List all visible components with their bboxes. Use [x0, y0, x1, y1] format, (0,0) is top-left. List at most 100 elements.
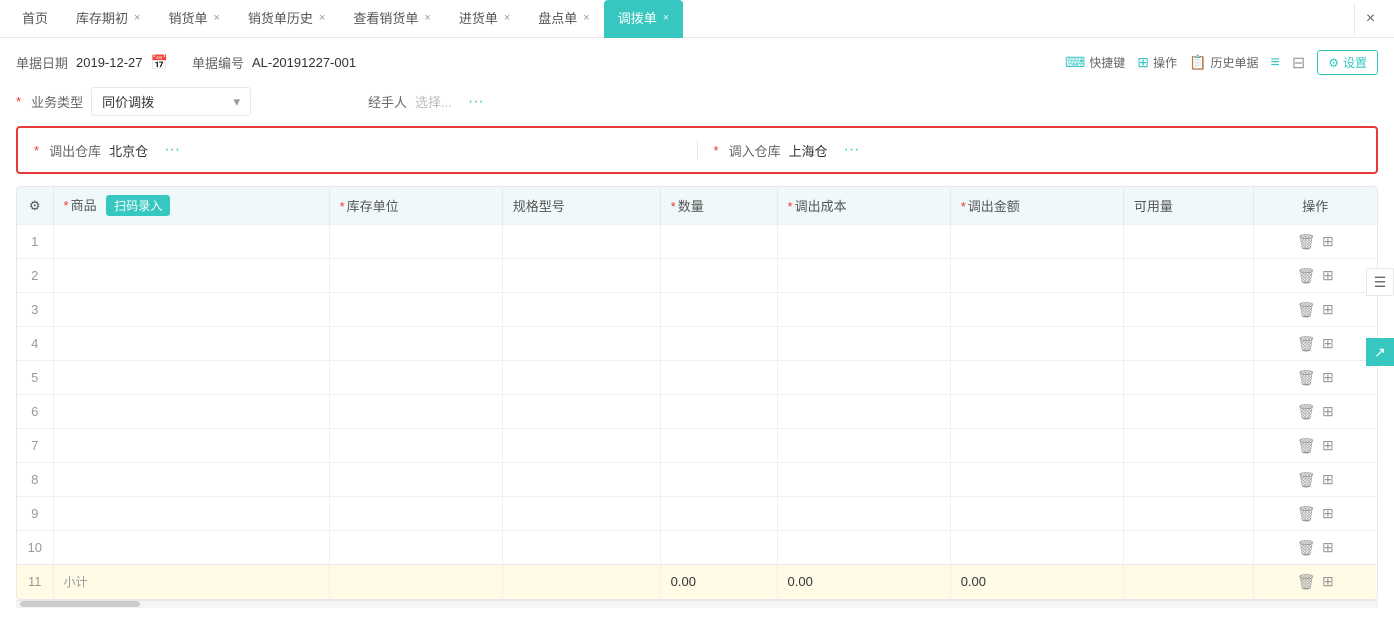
spec-cell-8[interactable]: [502, 463, 660, 497]
spec-cell-7[interactable]: [502, 429, 660, 463]
unit-cell-6[interactable]: [329, 395, 502, 429]
layout2-button[interactable]: ⊟: [1292, 53, 1305, 73]
window-close-button[interactable]: ×: [1354, 3, 1386, 35]
amount-cell-6[interactable]: [950, 395, 1123, 429]
qty-cell-10[interactable]: [660, 531, 777, 565]
product-cell-8[interactable]: [53, 463, 329, 497]
qty-cell-8[interactable]: [660, 463, 777, 497]
delete-icon-10[interactable]: 🗑: [1297, 539, 1316, 557]
spec-cell-4[interactable]: [502, 327, 660, 361]
unit-cell-5[interactable]: [329, 361, 502, 395]
spec-cell-3[interactable]: [502, 293, 660, 327]
in-warehouse-more-icon[interactable]: ···: [844, 141, 860, 159]
handler-more-icon[interactable]: ···: [468, 93, 484, 111]
qty-cell-4[interactable]: [660, 327, 777, 361]
amount-cell-7[interactable]: [950, 429, 1123, 463]
qty-cell-3[interactable]: [660, 293, 777, 327]
product-cell-2[interactable]: [53, 259, 329, 293]
available-cell-10[interactable]: [1123, 531, 1253, 565]
copy-icon-4[interactable]: ⊞: [1322, 335, 1334, 352]
copy-icon-9[interactable]: ⊞: [1322, 505, 1334, 522]
spec-cell-10[interactable]: [502, 531, 660, 565]
delete-icon-3[interactable]: 🗑: [1297, 301, 1316, 319]
available-cell-9[interactable]: [1123, 497, 1253, 531]
product-cell-9[interactable]: [53, 497, 329, 531]
delete-icon-8[interactable]: 🗑: [1297, 471, 1316, 489]
cost-cell-7[interactable]: [777, 429, 950, 463]
cost-cell-5[interactable]: [777, 361, 950, 395]
delete-icon-9[interactable]: 🗑: [1297, 505, 1316, 523]
tab-inventory-check[interactable]: 盘点单 ×: [524, 0, 603, 38]
spec-cell-6[interactable]: [502, 395, 660, 429]
unit-cell-4[interactable]: [329, 327, 502, 361]
cost-cell-2[interactable]: [777, 259, 950, 293]
unit-cell-2[interactable]: [329, 259, 502, 293]
handler-input[interactable]: 选择...: [415, 92, 452, 111]
tab-inventory-init[interactable]: 库存期初 ×: [62, 0, 154, 38]
qty-cell-5[interactable]: [660, 361, 777, 395]
amount-cell-9[interactable]: [950, 497, 1123, 531]
product-cell-10[interactable]: [53, 531, 329, 565]
unit-cell-9[interactable]: [329, 497, 502, 531]
cost-cell-10[interactable]: [777, 531, 950, 565]
copy-icon-5[interactable]: ⊞: [1322, 369, 1334, 386]
delete-icon-4[interactable]: 🗑: [1297, 335, 1316, 353]
amount-cell-1[interactable]: [950, 225, 1123, 259]
qty-cell-9[interactable]: [660, 497, 777, 531]
notes-button[interactable]: ☰: [1366, 268, 1394, 296]
unit-cell-8[interactable]: [329, 463, 502, 497]
spec-cell-9[interactable]: [502, 497, 660, 531]
tab-close-sales-history[interactable]: ×: [319, 12, 325, 24]
tab-close-inventory-check[interactable]: ×: [583, 12, 589, 24]
amount-cell-10[interactable]: [950, 531, 1123, 565]
qty-cell-6[interactable]: [660, 395, 777, 429]
settings-button[interactable]: ⚙ 设置: [1317, 50, 1378, 75]
amount-cell-5[interactable]: [950, 361, 1123, 395]
cost-cell-8[interactable]: [777, 463, 950, 497]
tab-sales-order[interactable]: 销货单 ×: [154, 0, 233, 38]
amount-cell-4[interactable]: [950, 327, 1123, 361]
copy-icon-10[interactable]: ⊞: [1322, 539, 1334, 556]
copy-icon-11[interactable]: ⊞: [1322, 573, 1334, 590]
tab-purchase[interactable]: 进货单 ×: [445, 0, 524, 38]
available-cell-4[interactable]: [1123, 327, 1253, 361]
copy-icon-7[interactable]: ⊞: [1322, 437, 1334, 454]
copy-icon-2[interactable]: ⊞: [1322, 267, 1334, 284]
copy-icon-8[interactable]: ⊞: [1322, 471, 1334, 488]
tab-transfer[interactable]: 调拨单 ×: [604, 0, 683, 38]
product-cell-3[interactable]: [53, 293, 329, 327]
copy-icon-6[interactable]: ⊞: [1322, 403, 1334, 420]
export-button[interactable]: ↗: [1366, 338, 1394, 366]
operations-button[interactable]: ⊞ 操作: [1137, 54, 1177, 71]
available-cell-8[interactable]: [1123, 463, 1253, 497]
available-cell-1[interactable]: [1123, 225, 1253, 259]
product-cell-7[interactable]: [53, 429, 329, 463]
calendar-icon[interactable]: 📅: [151, 54, 168, 71]
tab-view-sales[interactable]: 查看销货单 ×: [339, 0, 444, 38]
spec-cell-2[interactable]: [502, 259, 660, 293]
out-warehouse-more-icon[interactable]: ···: [164, 141, 180, 159]
product-cell-1[interactable]: [53, 225, 329, 259]
qty-cell-1[interactable]: [660, 225, 777, 259]
copy-icon-1[interactable]: ⊞: [1322, 233, 1334, 250]
tab-close-sales-order[interactable]: ×: [213, 12, 219, 24]
copy-icon-3[interactable]: ⊞: [1322, 301, 1334, 318]
cost-cell-9[interactable]: [777, 497, 950, 531]
unit-cell-10[interactable]: [329, 531, 502, 565]
spec-cell-5[interactable]: [502, 361, 660, 395]
product-cell-5[interactable]: [53, 361, 329, 395]
available-cell-2[interactable]: [1123, 259, 1253, 293]
available-cell-5[interactable]: [1123, 361, 1253, 395]
available-cell-7[interactable]: [1123, 429, 1253, 463]
qty-cell-7[interactable]: [660, 429, 777, 463]
col-gear[interactable]: ⚙: [17, 187, 53, 225]
amount-cell-3[interactable]: [950, 293, 1123, 327]
spec-cell-1[interactable]: [502, 225, 660, 259]
delete-icon-11[interactable]: 🗑: [1297, 573, 1316, 591]
tab-close-view-sales[interactable]: ×: [424, 12, 430, 24]
available-cell-6[interactable]: [1123, 395, 1253, 429]
amount-cell-8[interactable]: [950, 463, 1123, 497]
unit-cell-3[interactable]: [329, 293, 502, 327]
delete-icon-6[interactable]: 🗑: [1297, 403, 1316, 421]
amount-cell-2[interactable]: [950, 259, 1123, 293]
